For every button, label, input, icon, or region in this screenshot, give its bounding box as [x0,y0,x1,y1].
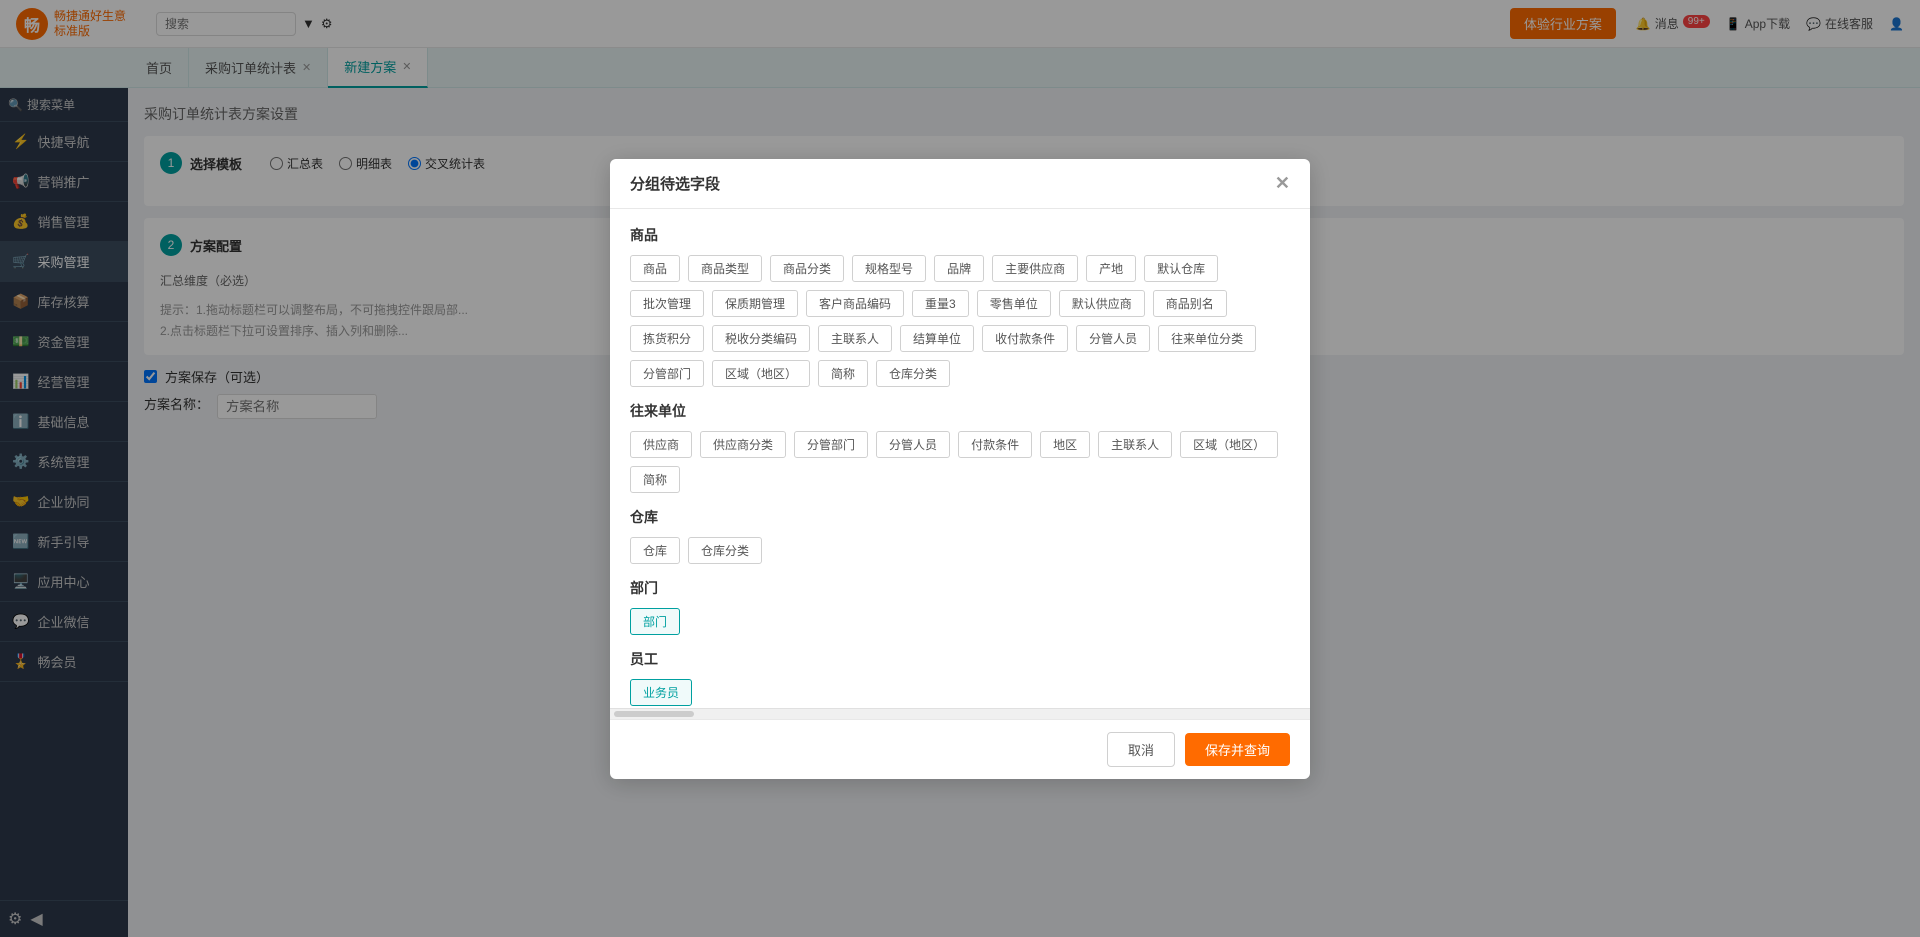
tag-product-category[interactable]: 商品分类 [770,255,844,282]
tag-settlement-unit[interactable]: 结算单位 [900,325,974,352]
tag-brand[interactable]: 品牌 [934,255,984,282]
tag-payment-condition[interactable]: 付款条件 [958,431,1032,458]
tag-tax-code[interactable]: 税收分类编码 [712,325,810,352]
dialog-title: 分组待选字段 [630,173,720,194]
tag-group-employee: 业务员 [630,679,1290,706]
tag-product[interactable]: 商品 [630,255,680,282]
dialog-overlay: 分组待选字段 ✕ 商品 商品 商品类型 商品分类 规格型号 品牌 主要供应商 产… [0,0,1920,937]
tag-product-type[interactable]: 商品类型 [688,255,762,282]
tag-group-product: 商品 商品类型 商品分类 规格型号 品牌 主要供应商 产地 默认仓库 批次管理 … [630,255,1290,387]
tag-origin[interactable]: 产地 [1086,255,1136,282]
tag-supplier-category[interactable]: 供应商分类 [700,431,786,458]
dialog-header: 分组待选字段 ✕ [610,159,1310,209]
tag-product-alias[interactable]: 商品别名 [1153,290,1227,317]
tag-group-partner: 供应商 供应商分类 分管部门 分管人员 付款条件 地区 主联系人 区域（地区） … [630,431,1290,493]
tag-region[interactable]: 区域（地区） [712,360,810,387]
tag-warehouse[interactable]: 仓库 [630,537,680,564]
tag-default-supplier[interactable]: 默认供应商 [1059,290,1145,317]
section-title-product: 商品 [630,225,1290,245]
tag-spec-model[interactable]: 规格型号 [852,255,926,282]
tag-admin-dept[interactable]: 分管部门 [630,360,704,387]
tag-weight3[interactable]: 重量3 [912,290,969,317]
dialog-body[interactable]: 商品 商品 商品类型 商品分类 规格型号 品牌 主要供应商 产地 默认仓库 批次… [610,209,1310,709]
tag-partner-admin-dept[interactable]: 分管部门 [794,431,868,458]
tag-partner-region[interactable]: 区域（地区） [1180,431,1278,458]
tag-default-warehouse[interactable]: 默认仓库 [1144,255,1218,282]
tag-dept[interactable]: 部门 [630,608,680,635]
section-title-partner: 往来单位 [630,401,1290,421]
tag-admin-person[interactable]: 分管人员 [1076,325,1150,352]
tag-pick-points[interactable]: 拣货积分 [630,325,704,352]
tag-customer-product-code[interactable]: 客户商品编码 [806,290,904,317]
tag-short-name[interactable]: 简称 [818,360,868,387]
tag-supplier[interactable]: 供应商 [630,431,692,458]
tag-group-warehouse: 仓库 仓库分类 [630,537,1290,564]
horizontal-scrollbar[interactable] [610,708,1310,718]
tag-partner-admin-person[interactable]: 分管人员 [876,431,950,458]
tag-partner-short-name[interactable]: 简称 [630,466,680,493]
confirm-button[interactable]: 保存并查询 [1185,733,1290,766]
tag-main-contact[interactable]: 主联系人 [818,325,892,352]
cancel-button[interactable]: 取消 [1107,732,1175,767]
tag-partner-category[interactable]: 往来单位分类 [1158,325,1256,352]
tag-retail-unit[interactable]: 零售单位 [977,290,1051,317]
tag-district[interactable]: 地区 [1040,431,1090,458]
dialog-footer: 取消 保存并查询 [610,719,1310,779]
section-title-dept: 部门 [630,578,1290,598]
scrollbar-thumb[interactable] [614,711,694,717]
section-title-warehouse: 仓库 [630,507,1290,527]
tag-partner-main-contact[interactable]: 主联系人 [1098,431,1172,458]
tag-payment-terms[interactable]: 收付款条件 [982,325,1068,352]
tag-batch-mgmt[interactable]: 批次管理 [630,290,704,317]
section-title-employee: 员工 [630,649,1290,669]
tag-shelf-life[interactable]: 保质期管理 [712,290,798,317]
tag-warehouse-category[interactable]: 仓库分类 [876,360,950,387]
tag-sales-person[interactable]: 业务员 [630,679,692,706]
tag-warehouse-cat[interactable]: 仓库分类 [688,537,762,564]
dialog: 分组待选字段 ✕ 商品 商品 商品类型 商品分类 规格型号 品牌 主要供应商 产… [610,159,1310,779]
dialog-close-btn[interactable]: ✕ [1275,173,1290,194]
tag-main-supplier[interactable]: 主要供应商 [992,255,1078,282]
tag-group-dept: 部门 [630,608,1290,635]
